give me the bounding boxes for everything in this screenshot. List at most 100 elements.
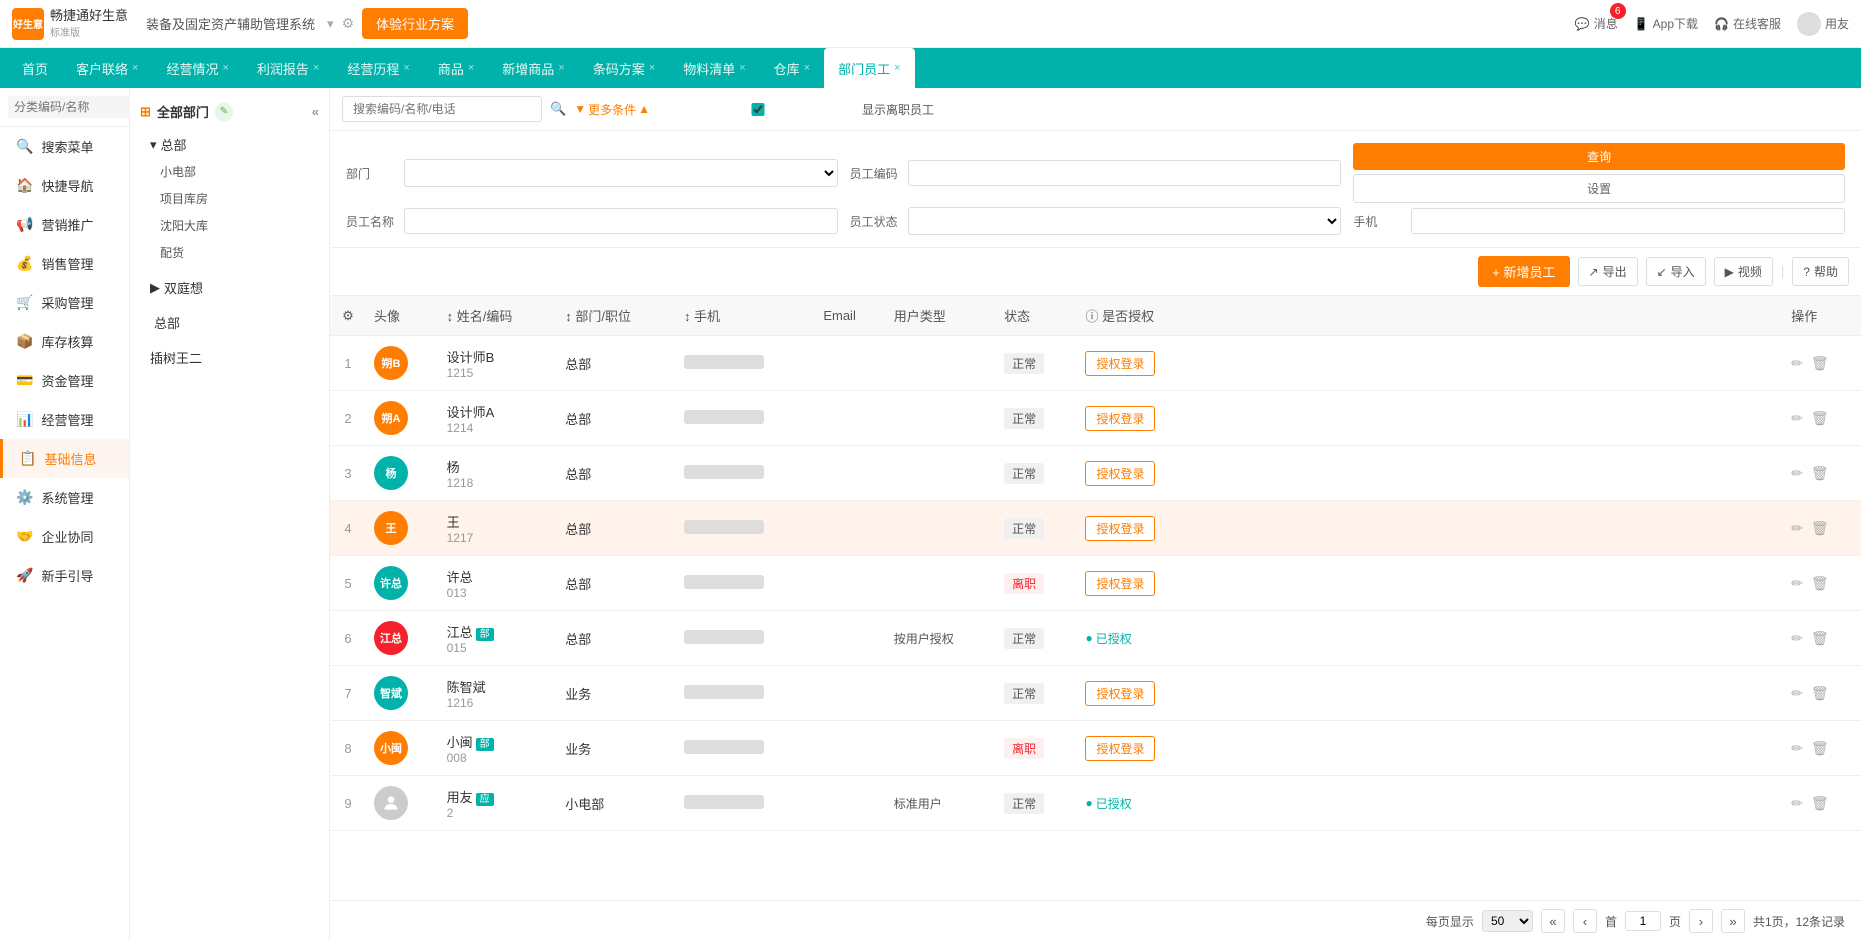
add-employee-btn[interactable]: + 新增员工 (1478, 256, 1569, 287)
tab-goods[interactable]: 商品 × (424, 48, 488, 88)
close-dept-tab[interactable]: × (894, 62, 900, 74)
set-btn[interactable]: 设置 (1353, 174, 1845, 203)
tab-history[interactable]: 经营历程 × (333, 48, 423, 88)
tab-barcode[interactable]: 条码方案 × (579, 48, 669, 88)
dept-group-zongbu-title[interactable]: ▾ 总部 (130, 131, 329, 158)
th-name[interactable]: ↕ 姓名/编码 (439, 296, 558, 336)
auth-login-btn[interactable]: 授权登录 (1085, 736, 1155, 761)
delete-btn[interactable]: 🗑 (1811, 740, 1829, 757)
online-service-btn[interactable]: 🎧 在线客服 (1714, 15, 1781, 32)
import-btn[interactable]: ↙ 导入 (1646, 257, 1706, 286)
export-btn[interactable]: ↗ 导出 (1578, 257, 1638, 286)
dept-item-peihuo[interactable]: 配货 (130, 239, 329, 266)
message-btn[interactable]: 💬 消息 6 (1575, 15, 1618, 32)
tab-home[interactable]: 首页 (8, 48, 62, 88)
empname-input[interactable] (404, 208, 838, 234)
auth-login-btn[interactable]: 授权登录 (1085, 681, 1155, 706)
search-input[interactable] (342, 96, 542, 122)
dept-collapse-btn[interactable]: « (312, 104, 319, 119)
sidebar-item-search[interactable]: 🔍搜索菜单 (0, 127, 129, 166)
auth-login-btn[interactable]: 授权登录 (1085, 516, 1155, 541)
sidebar-item-collab[interactable]: 🤝企业协同 (0, 517, 129, 556)
show-resigned-checkbox[interactable] (658, 103, 858, 116)
sidebar-item-quicknav[interactable]: 🏠快捷导航 (0, 166, 129, 205)
last-page-btn[interactable]: » (1721, 909, 1745, 933)
tab-customer[interactable]: 客户联络 × (62, 48, 152, 88)
close-barcode-tab[interactable]: × (649, 62, 655, 74)
tab-profit[interactable]: 利润报告 × (243, 48, 333, 88)
sidebar-item-system[interactable]: ⚙️系统管理 (0, 478, 129, 517)
close-warehouse-tab[interactable]: × (804, 62, 810, 74)
search-btn[interactable]: 查询 (1353, 143, 1845, 170)
trial-button[interactable]: 体验行业方案 (362, 8, 468, 39)
th-phone[interactable]: ↕ 手机 (676, 296, 815, 336)
edit-btn[interactable]: ✏ (1791, 465, 1803, 482)
edit-btn[interactable]: ✏ (1791, 410, 1803, 427)
th-dept[interactable]: ↕ 部门/职位 (557, 296, 676, 336)
sidebar-item-basic[interactable]: 📋基础信息 (0, 439, 129, 478)
tab-department[interactable]: 部门员工 × (824, 48, 914, 88)
edit-btn[interactable]: ✏ (1791, 740, 1803, 757)
sidebar-item-purchase[interactable]: 🛒采购管理 (0, 283, 129, 322)
sidebar-item-operations[interactable]: 📊经营管理 (0, 400, 129, 439)
edit-btn[interactable]: ✏ (1791, 575, 1803, 592)
dept-shuangtingxiang-title[interactable]: ▶ 双庭想 (130, 274, 329, 301)
close-operations-tab[interactable]: × (222, 62, 228, 74)
edit-btn[interactable]: ✏ (1791, 355, 1803, 372)
view-btn[interactable]: ▶ 视频 (1714, 257, 1773, 286)
edit-btn[interactable]: ✏ (1791, 685, 1803, 702)
edit-btn[interactable]: ✏ (1791, 520, 1803, 537)
sidebar-item-sales[interactable]: 💰销售管理 (0, 244, 129, 283)
auth-login-btn[interactable]: 授权登录 (1085, 571, 1155, 596)
settings-icon[interactable]: ⚙ (342, 15, 355, 32)
more-filter-btn[interactable]: ▼ 更多条件 ▲ (574, 101, 650, 118)
auth-login-btn[interactable]: 授权登录 (1085, 406, 1155, 431)
dept-select[interactable] (404, 159, 838, 187)
tab-add-goods[interactable]: 新增商品 × (488, 48, 578, 88)
delete-btn[interactable]: 🗑 (1811, 685, 1829, 702)
dept-item-xiaodian[interactable]: 小电部 (130, 158, 329, 185)
user-btn[interactable]: 用友 (1797, 12, 1849, 36)
next-page-btn[interactable]: › (1689, 909, 1713, 933)
delete-btn[interactable]: 🗑 (1811, 465, 1829, 482)
sidebar-item-finance[interactable]: 💳资金管理 (0, 361, 129, 400)
close-customer-tab[interactable]: × (132, 62, 138, 74)
sidebar-item-guide[interactable]: 🚀新手引导 (0, 556, 129, 595)
show-resigned-label[interactable]: 显示离职员工 (658, 101, 934, 118)
auth-login-btn[interactable]: 授权登录 (1085, 351, 1155, 376)
dept-item-project[interactable]: 项目库房 (130, 185, 329, 212)
auth-login-btn[interactable]: 授权登录 (1085, 461, 1155, 486)
close-history-tab[interactable]: × (403, 62, 409, 74)
tab-operations[interactable]: 经营情况 × (152, 48, 242, 88)
edit-btn[interactable]: ✏ (1791, 795, 1803, 812)
first-page-btn[interactable]: « (1541, 909, 1565, 933)
dept-zongbu2-title[interactable]: 总部 (130, 309, 329, 336)
delete-btn[interactable]: 🗑 (1811, 410, 1829, 427)
edit-btn[interactable]: ✏ (1791, 630, 1803, 647)
page-input[interactable] (1625, 911, 1661, 931)
delete-btn[interactable]: 🗑 (1811, 630, 1829, 647)
delete-btn[interactable]: 🗑 (1811, 355, 1829, 372)
close-bom-tab[interactable]: × (739, 62, 745, 74)
close-goods-tab[interactable]: × (468, 62, 474, 74)
dropdown-icon[interactable]: ▾ (327, 16, 334, 32)
status-select[interactable] (908, 207, 1342, 235)
app-download-btn[interactable]: 📱 App下载 (1634, 15, 1698, 32)
dept-edit-btn[interactable]: ✎ (215, 103, 233, 121)
prev-page-btn[interactable]: ‹ (1573, 909, 1597, 933)
dept-item-shenyang[interactable]: 沈阳大库 (130, 212, 329, 239)
per-page-select[interactable]: 50 20 100 (1482, 910, 1533, 932)
phone-input[interactable] (1411, 208, 1845, 234)
tab-bom[interactable]: 物料清单 × (669, 48, 759, 88)
th-settings[interactable]: ⚙ (330, 296, 366, 336)
sidebar-item-marketing[interactable]: 📢营销推广 (0, 205, 129, 244)
delete-btn[interactable]: 🗑 (1811, 795, 1829, 812)
close-addgoods-tab[interactable]: × (558, 62, 564, 74)
search-icon-btn[interactable]: 🔍 (550, 101, 566, 117)
empcode-input[interactable] (908, 160, 1342, 186)
delete-btn[interactable]: 🗑 (1811, 520, 1829, 537)
sidebar-item-inventory[interactable]: 📦库存核算 (0, 322, 129, 361)
tab-warehouse[interactable]: 仓库 × (760, 48, 824, 88)
dept-chashuwangr-title[interactable]: 插树王二 (130, 344, 329, 371)
close-profit-tab[interactable]: × (313, 62, 319, 74)
